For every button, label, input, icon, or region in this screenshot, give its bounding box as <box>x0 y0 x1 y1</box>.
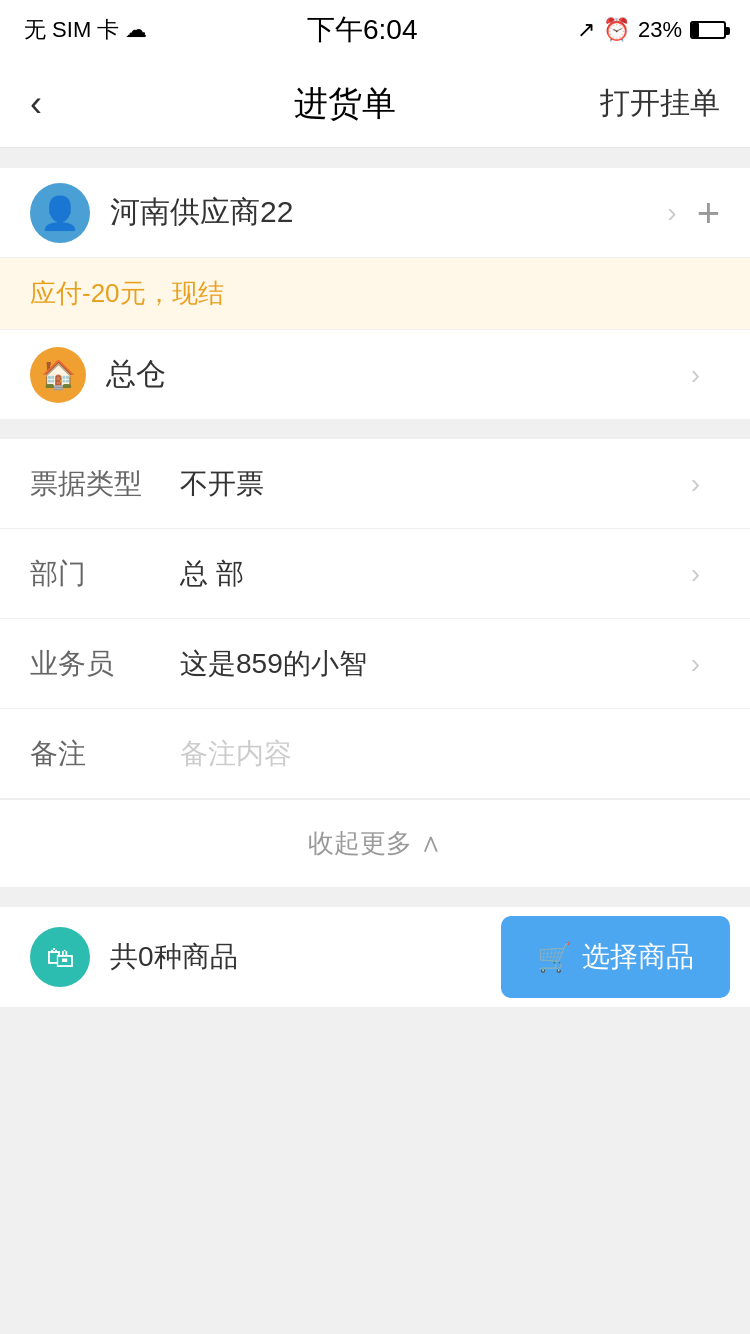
status-bar: 无 SIM 卡 ☁ 下午6:04 ↗ ⏰ 23% <box>0 0 750 60</box>
nav-bar: ‹ 进货单 打开挂单 <box>0 60 750 148</box>
staff-row[interactable]: 业务员 这是859的小智 › <box>0 619 750 709</box>
staff-value: 这是859的小智 <box>160 645 691 683</box>
shopping-bag-icon: 🛍 <box>46 941 74 974</box>
alarm-icon: ⏰ <box>603 17 630 43</box>
collapse-label: 收起更多 ∧ <box>308 826 441 861</box>
invoice-chevron-icon: › <box>691 468 700 500</box>
open-pending-button[interactable]: 打开挂单 <box>600 83 720 124</box>
sim-signal: 无 SIM 卡 ☁ <box>24 15 147 45</box>
supplier-row[interactable]: 👤 河南供应商22 › + <box>0 168 750 258</box>
invoice-label: 票据类型 <box>30 465 160 503</box>
remark-label: 备注 <box>30 735 160 773</box>
remark-input[interactable]: 备注内容 <box>160 735 720 773</box>
dept-value: 总 部 <box>160 555 691 593</box>
page-title: 进货单 <box>294 81 396 127</box>
select-goods-button[interactable]: 🛒 选择商品 <box>501 916 730 998</box>
goods-count: 共0种商品 <box>110 938 501 976</box>
form-section: 票据类型 不开票 › 部门 总 部 › 业务员 这是859的小智 › 备注 备注… <box>0 439 750 887</box>
warehouse-icon: 🏠 <box>30 347 86 403</box>
status-time: 下午6:04 <box>307 11 418 49</box>
payment-notice: 应付-20元，现结 <box>0 258 750 329</box>
select-goods-label: 选择商品 <box>582 938 694 976</box>
status-right: ↗ ⏰ 23% <box>577 17 726 43</box>
dept-row[interactable]: 部门 总 部 › <box>0 529 750 619</box>
avatar-icon: 👤 <box>40 194 80 232</box>
warehouse-row[interactable]: 🏠 总仓 › <box>0 329 750 419</box>
dept-chevron-icon: › <box>691 558 700 590</box>
select-goods-icon: 🛒 <box>537 941 572 974</box>
gray-bottom <box>0 1007 750 1307</box>
remark-row[interactable]: 备注 备注内容 <box>0 709 750 799</box>
supplier-avatar: 👤 <box>30 183 90 243</box>
back-button[interactable]: ‹ <box>30 83 90 125</box>
warehouse-chevron-icon: › <box>691 359 700 391</box>
invoice-row[interactable]: 票据类型 不开票 › <box>0 439 750 529</box>
staff-label: 业务员 <box>30 645 160 683</box>
warehouse-name: 总仓 <box>106 354 691 395</box>
section-gap-1 <box>0 148 750 168</box>
collapse-button[interactable]: 收起更多 ∧ <box>0 799 750 887</box>
dept-label: 部门 <box>30 555 160 593</box>
battery-icon <box>690 21 726 39</box>
status-left: 无 SIM 卡 ☁ <box>24 15 147 45</box>
bottom-section: 🛍 共0种商品 🛒 选择商品 <box>0 907 750 1007</box>
supplier-name: 河南供应商22 <box>110 192 667 233</box>
battery-percentage: 23% <box>638 17 682 43</box>
supplier-section: 👤 河南供应商22 › + 应付-20元，现结 🏠 总仓 › <box>0 168 750 419</box>
goods-icon: 🛍 <box>30 927 90 987</box>
staff-chevron-icon: › <box>691 648 700 680</box>
add-supplier-button[interactable]: + <box>697 193 720 233</box>
supplier-chevron-icon: › <box>667 197 676 229</box>
location-icon: ↗ <box>577 17 595 43</box>
invoice-value: 不开票 <box>160 465 691 503</box>
